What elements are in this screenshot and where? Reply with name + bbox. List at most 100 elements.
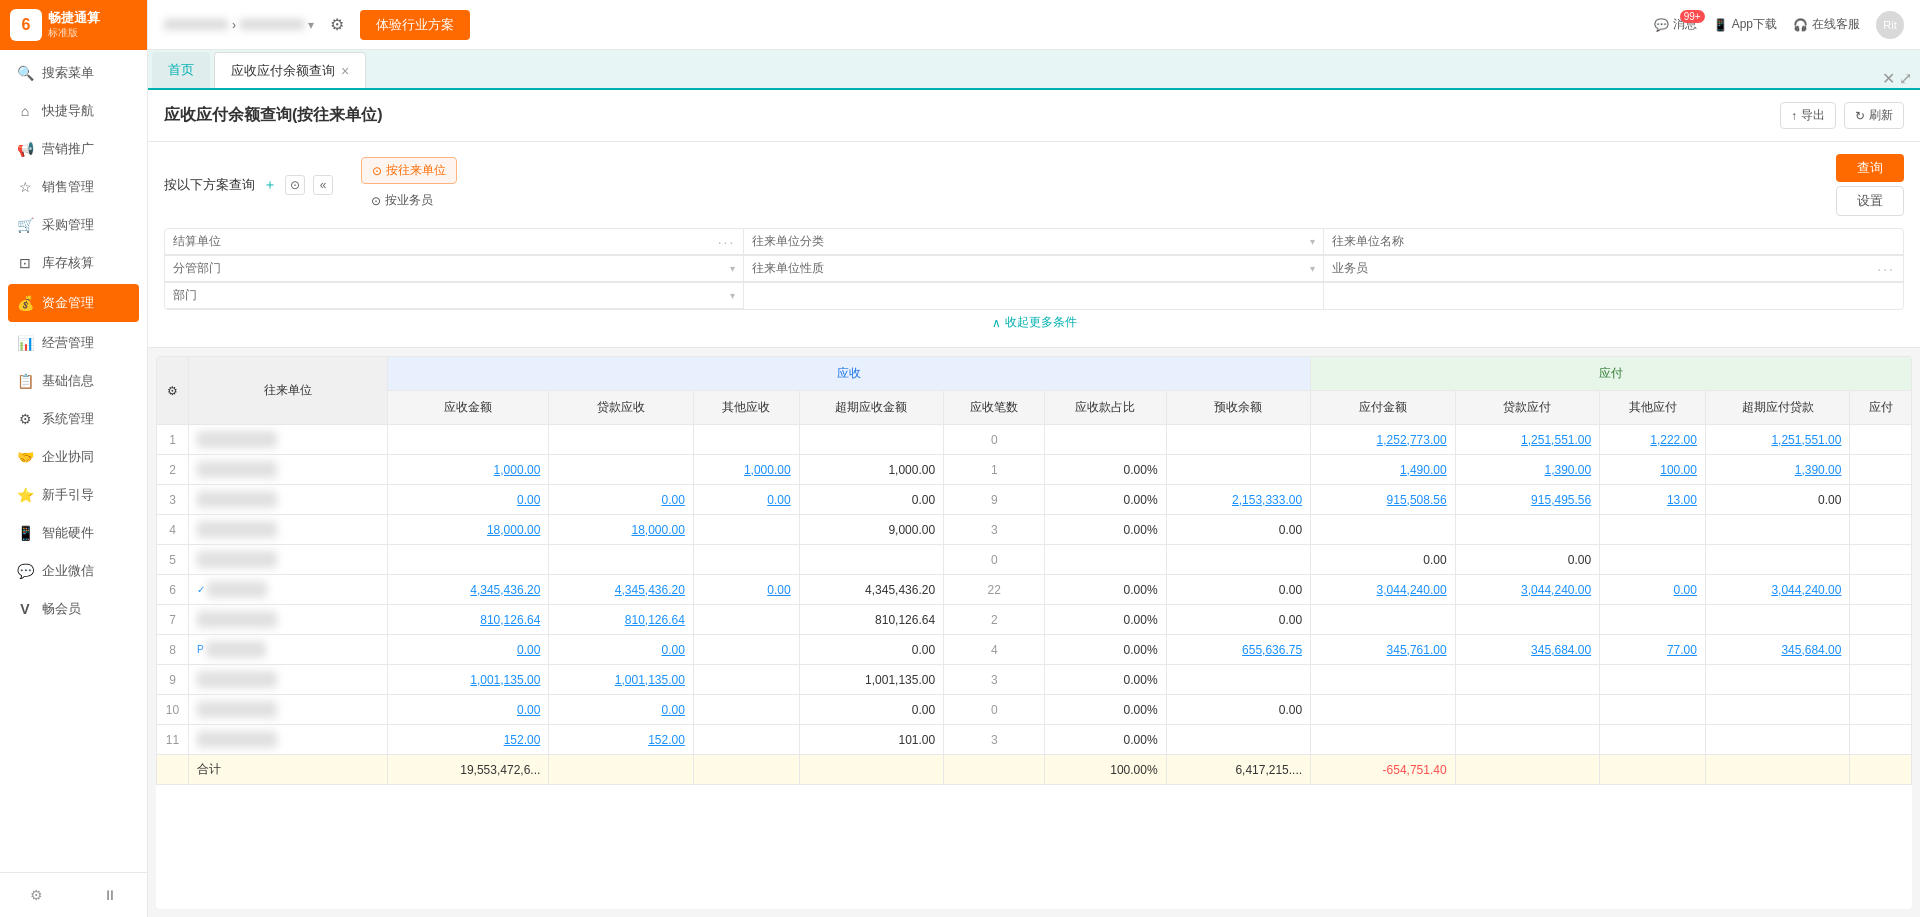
table-cell[interactable]: 345,761.00 [1311, 635, 1456, 665]
sidebar-item-sales[interactable]: ☆ 销售管理 [0, 168, 147, 206]
unit-nature-input[interactable]: ▾ [832, 263, 1314, 274]
table-cell[interactable]: 1,390.00 [1455, 455, 1600, 485]
table-cell[interactable]: 0.00 [549, 485, 694, 515]
table-cell[interactable]: 0.00 [388, 695, 549, 725]
table-cell[interactable]: 655,636.75 [1166, 635, 1311, 665]
settlement-dots[interactable]: ··· [718, 234, 736, 250]
table-cell[interactable]: 3,044,240.00 [1705, 575, 1850, 605]
table-cell[interactable]: 1,000.00 [388, 455, 549, 485]
table-cell[interactable]: 1,490.00 [1311, 455, 1456, 485]
table-cell[interactable]: 1,251,551.00 [1705, 425, 1850, 455]
sidebar-item-member[interactable]: V 畅会员 [0, 590, 147, 628]
sidebar-item-basic-info[interactable]: 📋 基础信息 [0, 362, 147, 400]
sidebar-item-label: 基础信息 [42, 372, 94, 390]
table-cell[interactable]: 0.00 [693, 485, 799, 515]
table-cell: 0.00% [1045, 725, 1166, 755]
sidebar-collapse-btn[interactable]: ⏸ [91, 881, 129, 909]
filter-collapse-btn[interactable]: ∧ 收起更多条件 [164, 310, 1904, 335]
table-cell[interactable]: 345,684.00 [1455, 635, 1600, 665]
department-input[interactable]: ▾ [251, 290, 735, 301]
col-settings[interactable]: ⚙ [157, 357, 189, 425]
table-cell[interactable]: 152.00 [549, 725, 694, 755]
query-button[interactable]: 查询 [1836, 154, 1904, 182]
tab-close-btn[interactable]: × [341, 63, 349, 79]
filter-add-btn[interactable]: ＋ [263, 176, 277, 194]
salesperson-dots[interactable]: ··· [1877, 261, 1895, 277]
sidebar-item-inventory[interactable]: ⊡ 库存核算 [0, 244, 147, 282]
export-button[interactable]: ↑ 导出 [1780, 102, 1836, 129]
table-cell[interactable]: 13.00 [1600, 485, 1706, 515]
user-menu[interactable]: Rit [1876, 11, 1904, 39]
sidebar-item-search[interactable]: 🔍 搜索菜单 [0, 54, 147, 92]
table-cell[interactable]: 1,222.00 [1600, 425, 1706, 455]
refresh-button[interactable]: ↻ 刷新 [1844, 102, 1904, 129]
table-cell[interactable]: 0.00 [388, 635, 549, 665]
breadcrumb-text1: XXXXXXXX [164, 18, 228, 32]
table-cell[interactable]: 1,000.00 [693, 455, 799, 485]
table-cell[interactable]: 1,001,135.00 [388, 665, 549, 695]
sidebar-item-finance[interactable]: 💰 资金管理 [8, 284, 139, 322]
table-cell[interactable]: 0.00 [549, 695, 694, 725]
table-cell[interactable]: 18,000.00 [549, 515, 694, 545]
table-cell[interactable]: 0.00 [549, 635, 694, 665]
table-cell[interactable]: 0.00 [693, 575, 799, 605]
table-cell[interactable]: 152.00 [388, 725, 549, 755]
table-cell[interactable]: 0.00 [1600, 575, 1706, 605]
table-cell[interactable]: 1,390.00 [1705, 455, 1850, 485]
table-cell[interactable]: 77.00 [1600, 635, 1706, 665]
table-cell[interactable]: 915,495.56 [1455, 485, 1600, 515]
header-settings-btn[interactable]: ⚙ [326, 11, 348, 38]
scheme-by-staff[interactable]: ⊙ 按业务员 [361, 188, 457, 213]
settings-button[interactable]: 设置 [1836, 186, 1904, 216]
table-cell [1850, 725, 1912, 755]
table-cell[interactable]: 3,044,240.00 [1455, 575, 1600, 605]
table-cell: 10 [157, 695, 189, 725]
breadcrumb-arrow[interactable]: ▾ [308, 18, 314, 32]
table-cell[interactable]: 0.00 [388, 485, 549, 515]
list-icon: 📋 [16, 373, 34, 389]
online-service-btn[interactable]: 🎧 在线客服 [1793, 16, 1860, 33]
tab-close-window-btn[interactable]: ✕ [1882, 69, 1895, 88]
app-download-btn[interactable]: 📱 App下载 [1713, 16, 1777, 33]
tab-maximize-btn[interactable]: ⤢ [1899, 69, 1912, 88]
table-cell[interactable]: 810,126.64 [388, 605, 549, 635]
sidebar-item-smart-hw[interactable]: 📱 智能硬件 [0, 514, 147, 552]
table-cell[interactable]: 345,684.00 [1705, 635, 1850, 665]
col-receivable-group: 应收 [388, 357, 1311, 391]
filter-collapse-icon[interactable]: « [313, 175, 333, 195]
sidebar-item-marketing[interactable]: 📢 营销推广 [0, 130, 147, 168]
sidebar-item-purchase[interactable]: 🛒 采购管理 [0, 206, 147, 244]
settlement-unit-input[interactable]: ··· [251, 234, 735, 250]
salesperson-input[interactable]: ··· [1410, 261, 1895, 277]
unit-category-input[interactable]: ▾ [832, 236, 1314, 247]
filter-scheme-icon[interactable]: ⊙ [285, 175, 305, 195]
table-cell[interactable]: 810,126.64 [549, 605, 694, 635]
sidebar-item-system[interactable]: ⚙ 系统管理 [0, 400, 147, 438]
table-cell[interactable]: 915,508.56 [1311, 485, 1456, 515]
sidebar-item-operations[interactable]: 📊 经营管理 [0, 324, 147, 362]
page-title: 应收应付余额查询(按往来单位) [164, 105, 383, 138]
sidebar-settings-btn[interactable]: ⚙ [18, 881, 55, 909]
unit-name-label: 往来单位名称 [1332, 233, 1404, 250]
table-cell[interactable]: 1,001,135.00 [549, 665, 694, 695]
scheme-by-unit[interactable]: ⊙ 按往来单位 [361, 157, 457, 184]
sidebar-item-enterprise[interactable]: 🤝 企业协同 [0, 438, 147, 476]
dept-input[interactable]: ▾ [251, 263, 735, 274]
table-cell[interactable]: 3,044,240.00 [1311, 575, 1456, 605]
sidebar-item-wechat[interactable]: 💬 企业微信 [0, 552, 147, 590]
sidebar-item-quick-nav[interactable]: ⌂ 快捷导航 [0, 92, 147, 130]
notification-btn[interactable]: 💬 消息 99+ [1654, 16, 1697, 33]
table-cell[interactable]: 18,000.00 [388, 515, 549, 545]
tab-receivable-query[interactable]: 应收应付余额查询 × [214, 52, 366, 88]
table-cell[interactable]: 100.00 [1600, 455, 1706, 485]
sidebar-item-label: 畅会员 [42, 600, 81, 618]
table-cell[interactable]: 4,345,436.20 [388, 575, 549, 605]
table-cell[interactable]: 1,251,551.00 [1455, 425, 1600, 455]
scheme-label: 按往来单位 [386, 162, 446, 179]
table-cell[interactable]: 4,345,436.20 [549, 575, 694, 605]
table-cell[interactable]: 1,252,773.00 [1311, 425, 1456, 455]
tab-home[interactable]: 首页 [152, 52, 210, 88]
cta-button[interactable]: 体验行业方案 [360, 10, 470, 40]
sidebar-item-beginner[interactable]: ⭐ 新手引导 [0, 476, 147, 514]
table-cell[interactable]: 2,153,333.00 [1166, 485, 1311, 515]
